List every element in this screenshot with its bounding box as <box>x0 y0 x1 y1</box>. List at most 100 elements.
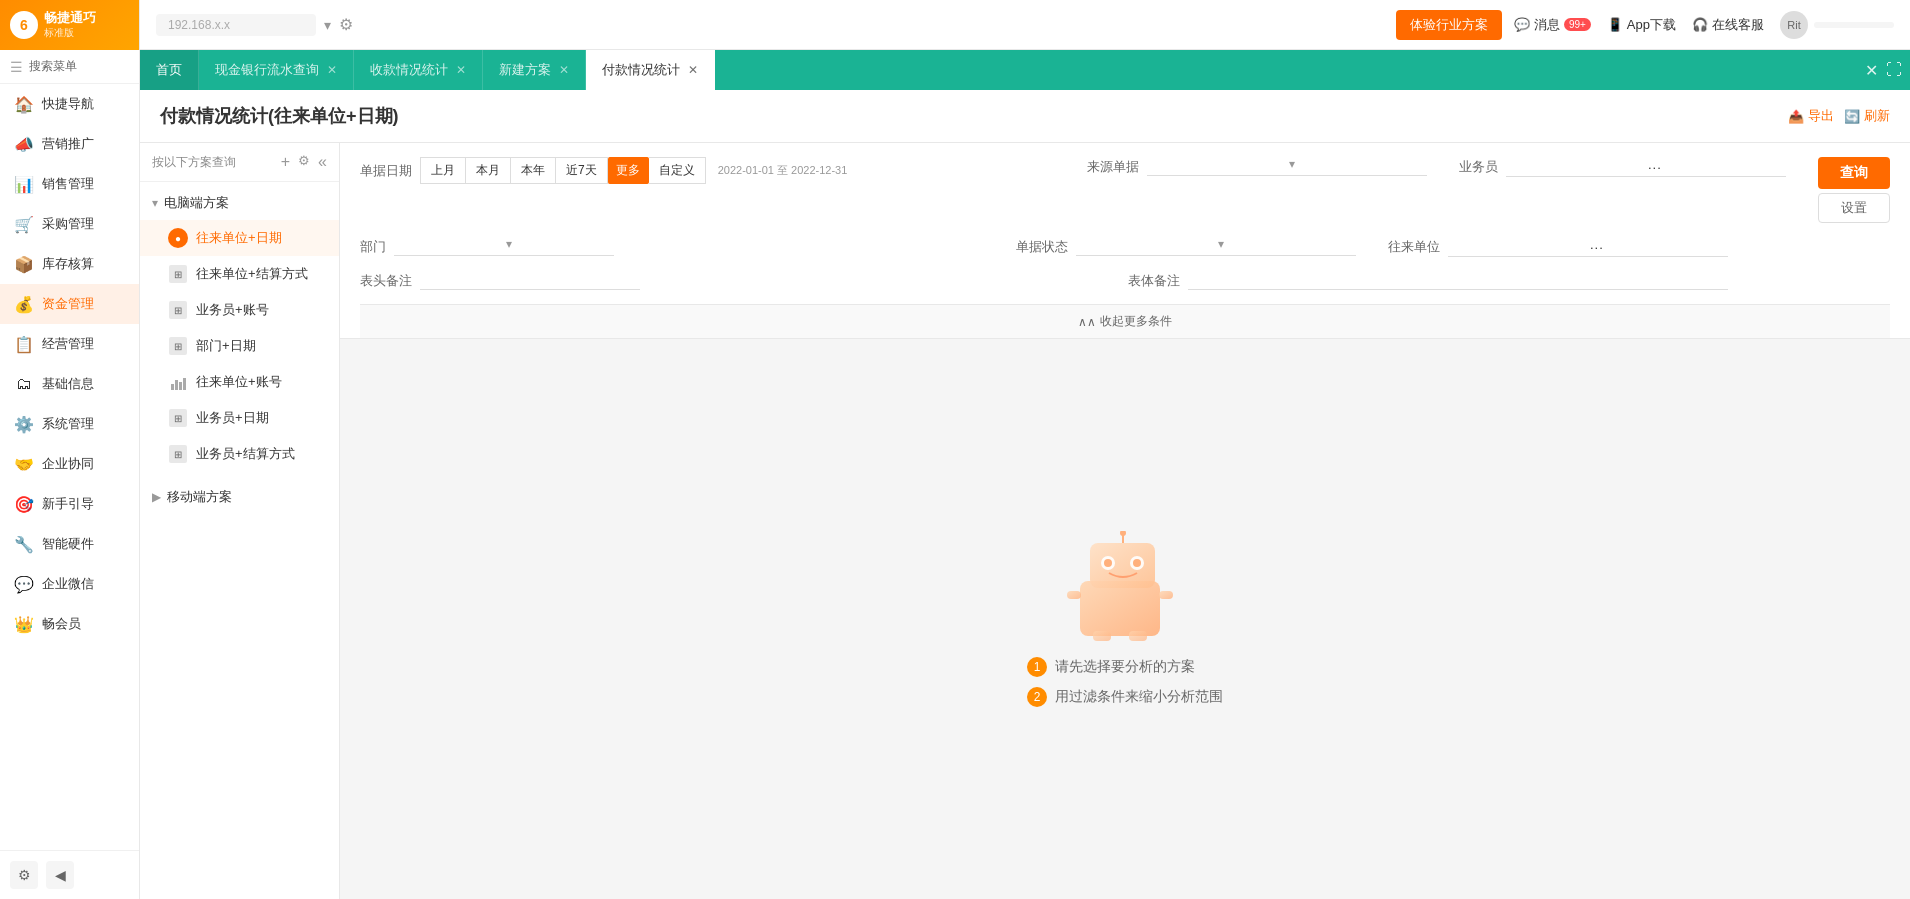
tip-2-text: 用过滤条件来缩小分析范围 <box>1055 688 1223 706</box>
export-btn[interactable]: 📤 导出 <box>1788 107 1834 125</box>
header-note-input[interactable] <box>420 271 640 290</box>
sidebar-settings-btn[interactable]: ⚙ <box>10 861 38 889</box>
salesperson-select[interactable]: ... <box>1506 157 1786 177</box>
tab-bank-flow-close[interactable]: ✕ <box>327 63 337 77</box>
collapse-bar[interactable]: ∧∧ 收起更多条件 <box>360 304 1890 338</box>
sidebar-item-wechat[interactable]: 💬 企业微信 <box>0 564 139 604</box>
sidebar-item-basic-info[interactable]: 🗂 基础信息 <box>0 364 139 404</box>
sidebar-item-purchase[interactable]: 🛒 采购管理 <box>0 204 139 244</box>
sidebar-item-capital[interactable]: 💰 资金管理 <box>0 284 139 324</box>
counter-party-select[interactable]: ... <box>1448 237 1728 257</box>
empty-illustration-svg <box>1065 531 1185 641</box>
purchase-icon: 🛒 <box>14 214 34 234</box>
scheme-item-partner-settle[interactable]: ⊞ 往来单位+结算方式 <box>140 256 339 292</box>
topbar-gear-icon[interactable]: ⚙ <box>339 15 353 34</box>
tab-close-all-btn[interactable]: ✕ <box>1865 61 1878 80</box>
scheme-item-salesperson-date[interactable]: ⊞ 业务员+日期 <box>140 400 339 436</box>
scheme-collapse-btn[interactable]: « <box>318 153 327 171</box>
scheme-settings-btn[interactable]: ⚙ <box>298 153 310 171</box>
sidebar-collapse-btn[interactable]: ◀ <box>46 861 74 889</box>
hardware-icon: 🔧 <box>14 534 34 554</box>
salesperson-date-icon: ⊞ <box>168 408 188 428</box>
user-text <box>1814 22 1894 28</box>
sales-label: 销售管理 <box>42 175 94 193</box>
date-btn-7days[interactable]: 近7天 <box>556 157 608 184</box>
partner-date-icon: ● <box>168 228 188 248</box>
date-btn-last-month[interactable]: 上月 <box>420 157 466 184</box>
tab-receipt-stats-close[interactable]: ✕ <box>456 63 466 77</box>
sidebar-item-system[interactable]: ⚙️ 系统管理 <box>0 404 139 444</box>
counter-party-dots[interactable]: ... <box>1590 237 1728 252</box>
sidebar-item-marketing[interactable]: 📣 营销推广 <box>0 124 139 164</box>
sidebar-item-sales[interactable]: 📊 销售管理 <box>0 164 139 204</box>
mobile-section-title[interactable]: ▶ 移动端方案 <box>140 480 339 514</box>
date-label: 单据日期 <box>360 162 412 180</box>
pc-section-title[interactable]: ▾ 电脑端方案 <box>140 186 339 220</box>
topbar-chevron-icon[interactable]: ▾ <box>324 17 331 33</box>
tab-receipt-stats[interactable]: 收款情况统计 ✕ <box>354 50 483 90</box>
topbar-address: 192.168.x.x <box>156 14 316 36</box>
messages-label: 消息 <box>1534 16 1560 34</box>
salesperson-settle-icon: ⊞ <box>168 444 188 464</box>
tab-bank-flow[interactable]: 现金银行流水查询 ✕ <box>199 50 354 90</box>
scheme-item-salesperson-account[interactable]: ⊞ 业务员+账号 <box>140 292 339 328</box>
dept-select[interactable]: ▾ <box>394 237 614 256</box>
refresh-label: 刷新 <box>1864 107 1890 125</box>
body-note-input[interactable] <box>1188 271 1728 290</box>
app-icon: 📱 <box>1607 17 1623 32</box>
tab-payment-stats-close[interactable]: ✕ <box>688 63 698 77</box>
tab-new-scheme[interactable]: 新建方案 ✕ <box>483 50 586 90</box>
sidebar-item-hardware[interactable]: 🔧 智能硬件 <box>0 524 139 564</box>
scheme-item-dept-date[interactable]: ⊞ 部门+日期 <box>140 328 339 364</box>
tab-payment-stats[interactable]: 付款情况统计 ✕ <box>586 50 715 90</box>
date-btn-this-year[interactable]: 本年 <box>511 157 556 184</box>
app-download-btn[interactable]: 📱 App下载 <box>1607 16 1676 34</box>
trial-btn[interactable]: 体验行业方案 <box>1396 10 1502 40</box>
date-btn-this-month[interactable]: 本月 <box>466 157 511 184</box>
wechat-label: 企业微信 <box>42 575 94 593</box>
page-content: 付款情况统计(往来单位+日期) 📤 导出 🔄 刷新 按以下方案查询 + <box>140 90 1910 899</box>
salesperson-dots[interactable]: ... <box>1648 157 1786 172</box>
sidebar-item-operations[interactable]: 📋 经营管理 <box>0 324 139 364</box>
dept-filter-item: 部门 ▾ <box>360 237 614 256</box>
sidebar-item-member[interactable]: 👑 畅会员 <box>0 604 139 644</box>
doc-status-chevron: ▾ <box>1218 237 1356 251</box>
partner-settle-label: 往来单位+结算方式 <box>196 265 308 283</box>
logo-title: 畅捷通巧 <box>44 10 96 26</box>
query-btn[interactable]: 查询 <box>1818 157 1890 189</box>
sidebar-item-guide[interactable]: 🎯 新手引导 <box>0 484 139 524</box>
sidebar-item-enterprise[interactable]: 🤝 企业协同 <box>0 444 139 484</box>
topbar: 192.168.x.x ▾ ⚙ 体验行业方案 💬 消息 99+ 📱 App下载 … <box>140 0 1910 50</box>
date-btn-more[interactable]: 更多 <box>608 157 649 184</box>
member-label: 畅会员 <box>42 615 81 633</box>
collapse-label: 收起更多条件 <box>1100 313 1172 330</box>
partner-account-icon <box>168 372 188 392</box>
svg-rect-9 <box>1159 591 1173 599</box>
guide-label: 新手引导 <box>42 495 94 513</box>
source-doc-select[interactable]: ▾ <box>1147 157 1427 176</box>
scheme-add-btn[interactable]: + <box>281 153 290 171</box>
message-icon: 💬 <box>1514 17 1530 32</box>
system-label: 系统管理 <box>42 415 94 433</box>
tab-expand-btn[interactable]: ⛶ <box>1886 61 1902 79</box>
settings-btn[interactable]: 设置 <box>1818 193 1890 223</box>
salesperson-settle-label: 业务员+结算方式 <box>196 445 295 463</box>
wechat-icon: 💬 <box>14 574 34 594</box>
tab-home[interactable]: 首页 <box>140 50 199 90</box>
header-note-label: 表头备注 <box>360 272 412 290</box>
refresh-btn[interactable]: 🔄 刷新 <box>1844 107 1890 125</box>
sales-icon: 📊 <box>14 174 34 194</box>
salesperson-date-label: 业务员+日期 <box>196 409 269 427</box>
sidebar-item-inventory[interactable]: 📦 库存核算 <box>0 244 139 284</box>
search-menu[interactable]: ☰ 搜索菜单 <box>0 50 139 84</box>
scheme-item-salesperson-settle[interactable]: ⊞ 业务员+结算方式 <box>140 436 339 472</box>
doc-status-select[interactable]: ▾ <box>1076 237 1356 256</box>
online-service-btn[interactable]: 🎧 在线客服 <box>1692 16 1764 34</box>
scheme-item-partner-account[interactable]: 往来单位+账号 <box>140 364 339 400</box>
sidebar-item-quick-nav[interactable]: 🏠 快捷导航 <box>0 84 139 124</box>
filter-row-3: 表头备注 表体备注 <box>360 271 1890 290</box>
tab-new-scheme-close[interactable]: ✕ <box>559 63 569 77</box>
date-btn-custom[interactable]: 自定义 <box>649 157 706 184</box>
scheme-item-partner-date[interactable]: ● 往来单位+日期 <box>140 220 339 256</box>
messages-btn[interactable]: 💬 消息 99+ <box>1514 16 1591 34</box>
